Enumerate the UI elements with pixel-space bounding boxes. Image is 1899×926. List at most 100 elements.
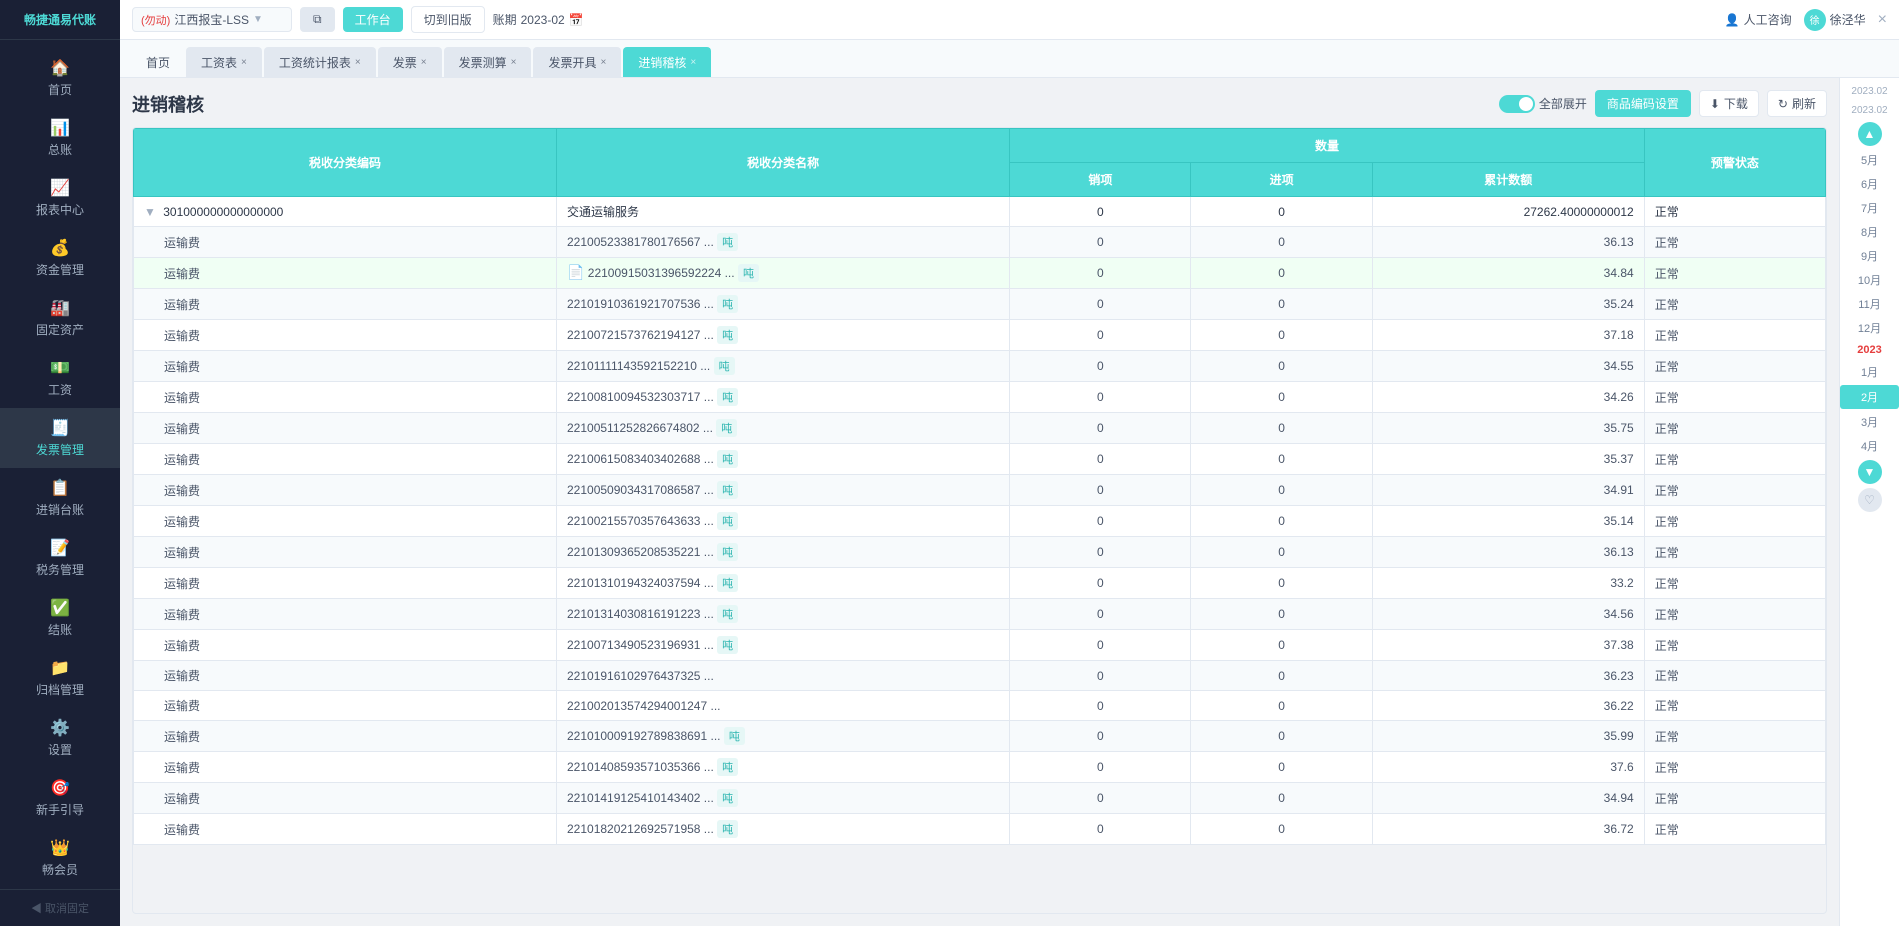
cell-tax-code: 运输费: [134, 630, 557, 661]
right-panel-month-1[interactable]: 1月: [1840, 360, 1899, 384]
company-tag: (勿动): [141, 12, 170, 28]
sidebar-item-funds[interactable]: 💰 资金管理: [0, 228, 120, 288]
cell-status: 正常: [1644, 599, 1825, 630]
right-panel-month-11[interactable]: 11月: [1840, 292, 1899, 316]
sidebar-item-archive[interactable]: 📁 归档管理: [0, 648, 120, 708]
cell-status: 正常: [1644, 691, 1825, 721]
cell-purchase: 0: [1191, 721, 1372, 752]
cell-tax-code: 运输费: [134, 289, 557, 320]
download-btn[interactable]: ⬇ 下载: [1699, 90, 1759, 117]
cell-purchase: 0: [1191, 258, 1372, 289]
toggle-switch[interactable]: [1499, 95, 1535, 113]
cell-cumulative: 35.14: [1372, 506, 1644, 537]
tab-invoice-calc[interactable]: 发票测算 ×: [444, 47, 532, 77]
cell-tax-code: 运输费: [134, 444, 557, 475]
cell-tax-code: 运输费: [134, 814, 557, 845]
right-panel-year-2023[interactable]: 2023: [1840, 340, 1899, 360]
tag-pill: 吨: [717, 820, 738, 838]
cell-purchase: 0: [1191, 752, 1372, 783]
expand-all-toggle[interactable]: 全部展开: [1499, 95, 1587, 113]
sidebar-collapse-btn[interactable]: ◀ 取消固定: [0, 889, 120, 926]
sidebar-item-reports[interactable]: 📈 报表中心: [0, 168, 120, 228]
cell-purchase: 0: [1191, 599, 1372, 630]
refresh-btn[interactable]: ↻ 刷新: [1767, 90, 1827, 117]
tax-icon: 📝: [50, 538, 70, 558]
ledger-icon: 📊: [50, 118, 70, 138]
tag-pill: 吨: [717, 388, 738, 406]
cell-status: 正常: [1644, 382, 1825, 413]
tab-reconcile[interactable]: 进销稽核 ×: [623, 47, 711, 77]
tab-home[interactable]: 首页: [132, 48, 184, 77]
tab-invoice-close[interactable]: ×: [421, 57, 427, 68]
right-panel-month-8[interactable]: 8月: [1840, 220, 1899, 244]
right-panel-month-4[interactable]: 4月: [1840, 434, 1899, 458]
cell-sale: 0: [1010, 691, 1191, 721]
expand-icon[interactable]: ▼: [144, 205, 156, 219]
sidebar-item-invoices[interactable]: 🧾 发票管理: [0, 408, 120, 468]
right-panel-month-10[interactable]: 10月: [1840, 268, 1899, 292]
right-panel-month-2-active[interactable]: 2月: [1840, 385, 1899, 409]
right-panel-month-9[interactable]: 9月: [1840, 244, 1899, 268]
cell-tax-code: 运输费: [134, 568, 557, 599]
cell-cumulative: 34.94: [1372, 783, 1644, 814]
table-row: 运输费221005233817801765​67 ... 吨0036.13正常: [134, 227, 1826, 258]
cell-tax-code: 运输费: [134, 351, 557, 382]
cell-tax-name: 221005090343170865​87 ... 吨: [557, 475, 1010, 506]
sidebar-item-settings[interactable]: ⚙️ 设置: [0, 708, 120, 768]
help-btn[interactable]: 👤 人工咨询: [1725, 11, 1792, 28]
tab-reconcile-close[interactable]: ×: [690, 57, 696, 68]
main-area: (勿动) 江西报宝-LSS ▼ ⧉ 工作台 切到旧版 账期 2023-02 📅 …: [120, 0, 1899, 926]
sidebar-item-payroll[interactable]: 💵 工资: [0, 348, 120, 408]
cell-cumulative: 35.75: [1372, 413, 1644, 444]
cell-sale: 0: [1010, 506, 1191, 537]
user-profile[interactable]: 徐 徐泾华: [1804, 9, 1866, 31]
tag-pill: 吨: [717, 295, 738, 313]
settings-btn[interactable]: 商品编码设置: [1595, 90, 1691, 117]
sidebar-item-assets[interactable]: 🏭 固定资产: [0, 288, 120, 348]
scroll-up-btn[interactable]: ▲: [1858, 122, 1882, 146]
favorite-btn[interactable]: ♡: [1858, 488, 1882, 512]
period-label: 账期: [493, 11, 517, 28]
right-panel-month-7[interactable]: 7月: [1840, 196, 1899, 220]
cell-status: 正常: [1644, 413, 1825, 444]
close-window-btn[interactable]: ×: [1878, 11, 1887, 29]
tab-invoice-issue[interactable]: 发票开具 ×: [533, 47, 621, 77]
tab-invoice-calc-close[interactable]: ×: [511, 57, 517, 68]
sidebar-item-home[interactable]: 🏠 首页: [0, 48, 120, 108]
cell-tax-code: 运输费: [134, 599, 557, 630]
tab-payroll-close[interactable]: ×: [241, 57, 247, 68]
cell-sale: 0: [1010, 537, 1191, 568]
cell-tax-name: 221007215737621941​27 ... 吨: [557, 320, 1010, 351]
page-header: 进销稽核 全部展开 商品编码设置 ⬇ 下载 ↻ 刷新: [132, 90, 1827, 117]
invoice-number: 221007134905231969​31 ...: [567, 638, 714, 652]
cell-purchase: 0: [1191, 289, 1372, 320]
calendar-icon[interactable]: 📅: [569, 13, 584, 27]
right-panel-month-6[interactable]: 6月: [1840, 172, 1899, 196]
sidebar-item-tax[interactable]: 📝 税务管理: [0, 528, 120, 588]
topbar: (勿动) 江西报宝-LSS ▼ ⧉ 工作台 切到旧版 账期 2023-02 📅 …: [120, 0, 1899, 40]
sidebar-item-label: 畅会员: [42, 861, 78, 878]
tab-invoice[interactable]: 发票 ×: [378, 47, 442, 77]
sidebar-item-sales[interactable]: 📋 进销台账: [0, 468, 120, 528]
doc-icon[interactable]: 📄: [567, 264, 584, 280]
sidebar-item-settlement[interactable]: ✅ 结账: [0, 588, 120, 648]
right-panel-month-5[interactable]: 5月: [1840, 148, 1899, 172]
tab-payroll-stats-close[interactable]: ×: [355, 57, 361, 68]
cell-tax-code: 运输费: [134, 661, 557, 691]
right-panel-month-12[interactable]: 12月: [1840, 316, 1899, 340]
right-panel-month-3[interactable]: 3月: [1840, 410, 1899, 434]
sidebar-item-ledger[interactable]: 📊 总账: [0, 108, 120, 168]
cell-purchase: 0: [1191, 783, 1372, 814]
right-panel-year-top: 2023.02: [1840, 82, 1899, 101]
company-selector[interactable]: (勿动) 江西报宝-LSS ▼: [132, 7, 292, 32]
sidebar-item-member[interactable]: 👑 畅会员: [0, 828, 120, 888]
tab-payroll-stats[interactable]: 工资统计报表 ×: [264, 47, 376, 77]
scroll-down-btn[interactable]: ▼: [1858, 460, 1882, 484]
tab-payroll[interactable]: 工资表 ×: [186, 47, 262, 77]
sidebar-item-guide[interactable]: 🎯 新手引导: [0, 768, 120, 828]
switch-old-btn[interactable]: 切到旧版: [411, 6, 485, 33]
tab-invoice-issue-close[interactable]: ×: [600, 57, 606, 68]
copy-btn[interactable]: ⧉: [300, 7, 335, 32]
workbench-btn[interactable]: 工作台: [343, 7, 403, 32]
invoice-number: 221019161029764373​25 ...: [567, 669, 714, 683]
